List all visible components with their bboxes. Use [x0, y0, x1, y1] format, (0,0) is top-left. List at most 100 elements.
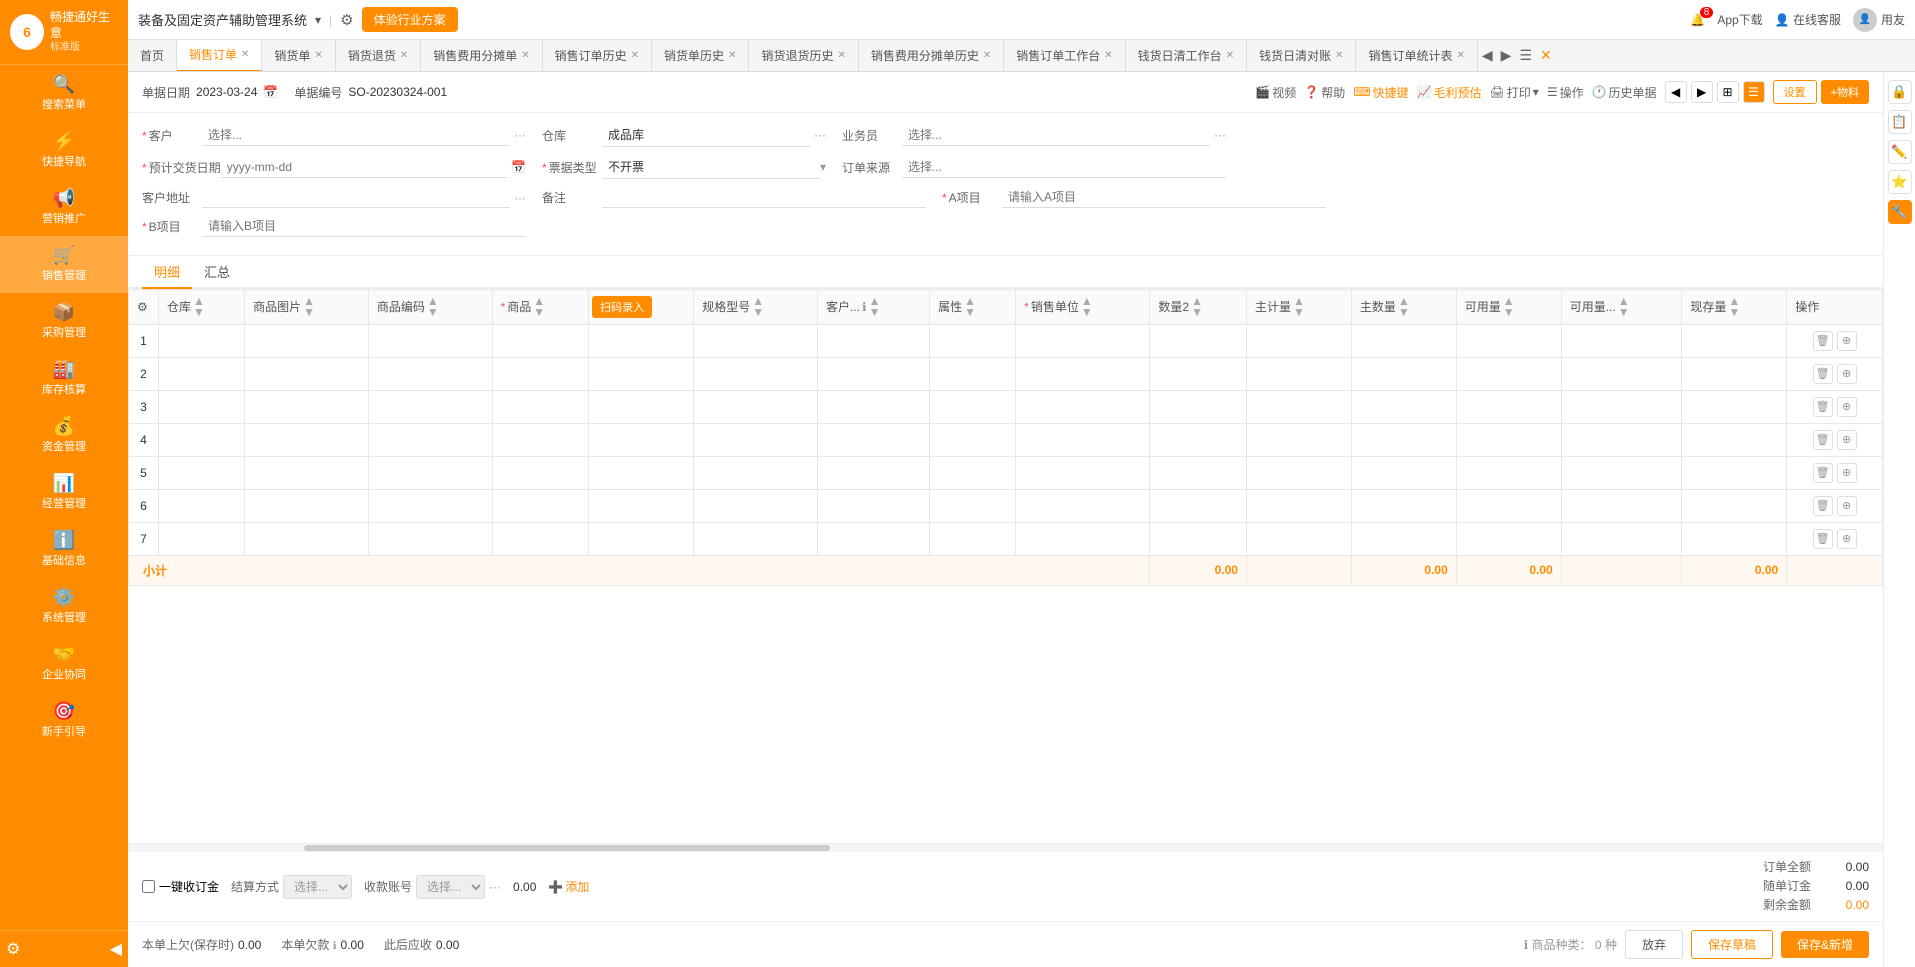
right-icon-star[interactable]: ⭐	[1888, 170, 1912, 194]
row-copy-icon[interactable]: ⊕	[1837, 463, 1857, 483]
tab-sales-return[interactable]: 销货退货 ✕	[336, 40, 421, 72]
warehouse-expand-icon[interactable]: ···	[814, 128, 826, 142]
sidebar-item-purchase[interactable]: 📦 采购管理	[0, 293, 128, 350]
salesperson-expand-icon[interactable]: ···	[1214, 128, 1226, 142]
scan-button[interactable]: 扫码录入	[592, 296, 652, 318]
tab-return-history[interactable]: 销货退货历史 ✕	[749, 40, 858, 72]
print-action[interactable]: 🖨 打印 ▾	[1490, 84, 1539, 101]
notification-badge[interactable]: 🔔 8	[1690, 13, 1705, 27]
tab-close-icon[interactable]: ✕	[728, 50, 736, 61]
row-delete-icon[interactable]: 🗑	[1813, 430, 1833, 450]
row-delete-icon[interactable]: 🗑	[1813, 496, 1833, 516]
order-source-input[interactable]	[902, 157, 1226, 178]
scrollbar-thumb[interactable]	[304, 845, 831, 851]
row-copy-icon[interactable]: ⊕	[1837, 364, 1857, 384]
tab-close-all-icon[interactable]: ✕	[1536, 47, 1556, 64]
sidebar-item-guide[interactable]: 🎯 新手引导	[0, 692, 128, 749]
a-project-input[interactable]	[1002, 187, 1326, 208]
sidebar-item-system[interactable]: ⚙️ 系统管理	[0, 578, 128, 635]
tab-daily-reconcile[interactable]: 钱货日清对账 ✕	[1247, 40, 1356, 72]
help-action[interactable]: ❓ 帮助	[1304, 84, 1345, 101]
tab-close-icon[interactable]: ✕	[1226, 50, 1234, 61]
sidebar-item-enterprise[interactable]: 🤝 企业协同	[0, 635, 128, 692]
calendar-icon[interactable]: 📅	[263, 85, 278, 99]
sidebar-item-inventory[interactable]: 🏭 库存核算	[0, 350, 128, 407]
tab-close-icon[interactable]: ✕	[314, 50, 322, 61]
grid-view-icon[interactable]: ⊞	[1717, 81, 1739, 103]
tab-daily-workbench[interactable]: 钱货日清工作台 ✕	[1126, 40, 1247, 72]
sidebar-item-finance[interactable]: 💰 资金管理	[0, 407, 128, 464]
solution-button[interactable]: 体验行业方案	[362, 7, 458, 32]
online-service-link[interactable]: 👤 在线客服	[1775, 11, 1841, 28]
profit-action[interactable]: 📈 毛利预估	[1417, 84, 1482, 101]
row-copy-icon[interactable]: ⊕	[1837, 529, 1857, 549]
row-copy-icon[interactable]: ⊕	[1837, 397, 1857, 417]
tab-sales-goods[interactable]: 销货单 ✕	[262, 40, 335, 72]
customer-expand-icon[interactable]: ···	[514, 128, 526, 142]
customer-address-input[interactable]	[202, 187, 510, 208]
account-expand-icon[interactable]: ···	[489, 880, 501, 894]
tab-close-icon[interactable]: ✕	[983, 50, 991, 61]
discard-button[interactable]: 放弃	[1625, 930, 1683, 959]
tab-sales-stats[interactable]: 销售订单统计表 ✕	[1356, 40, 1477, 72]
nav-next-icon[interactable]: ▶	[1691, 81, 1713, 103]
add-product-button[interactable]: +物料	[1821, 80, 1869, 104]
payment-method-select[interactable]: 选择...	[283, 875, 352, 899]
row-copy-icon[interactable]: ⊕	[1837, 331, 1857, 351]
salesperson-input[interactable]	[902, 125, 1210, 146]
row-copy-icon[interactable]: ⊕	[1837, 430, 1857, 450]
tab-close-icon[interactable]: ✕	[631, 50, 639, 61]
warehouse-value[interactable]: 成品库	[602, 123, 810, 147]
date-value[interactable]: 2023-03-24	[196, 85, 257, 99]
tab-sales-order-history[interactable]: 销售订单历史 ✕	[543, 40, 652, 72]
tab-goods-history[interactable]: 销货单历史 ✕	[652, 40, 749, 72]
save-draft-button[interactable]: 保存草稿	[1691, 930, 1773, 959]
add-payment-button[interactable]: ➕ 添加	[548, 878, 589, 895]
b-project-input[interactable]	[202, 216, 526, 237]
tab-close-icon[interactable]: ✕	[241, 49, 249, 60]
right-icon-edit[interactable]: ✏️	[1888, 140, 1912, 164]
row-delete-icon[interactable]: 🗑	[1813, 529, 1833, 549]
tab-summary[interactable]: 汇总	[192, 256, 242, 287]
tab-close-icon[interactable]: ✕	[837, 50, 845, 61]
right-icon-clipboard[interactable]: 📋	[1888, 110, 1912, 134]
view-action[interactable]: 🎬 视频	[1255, 84, 1296, 101]
tab-close-icon[interactable]: ✕	[1335, 50, 1343, 61]
shortcut-action[interactable]: ⌨ 快捷键	[1353, 84, 1408, 101]
sidebar-settings-icon[interactable]: ⚙	[6, 939, 20, 959]
tab-close-icon[interactable]: ✕	[521, 50, 529, 61]
sidebar-item-marketing[interactable]: 📢 营销推广	[0, 179, 128, 236]
tab-workbench[interactable]: 销售订单工作台 ✕	[1004, 40, 1125, 72]
invoice-type-value[interactable]: 不开票	[602, 155, 820, 179]
nav-prev-icon[interactable]: ◀	[1665, 81, 1687, 103]
sidebar-item-quicknav[interactable]: ⚡ 快捷导航	[0, 122, 128, 179]
number-value[interactable]: SO-20230324-001	[348, 85, 447, 99]
sidebar-item-operations[interactable]: 📊 经营管理	[0, 464, 128, 521]
horizontal-scrollbar[interactable]	[128, 843, 1883, 851]
sidebar-item-search[interactable]: 🔍 搜索菜单	[0, 65, 128, 122]
tab-sales-order[interactable]: 销售订单 ✕	[177, 40, 262, 72]
one-click-checkbox[interactable]	[142, 880, 155, 893]
user-menu[interactable]: 👤 用友	[1853, 8, 1905, 32]
row-copy-icon[interactable]: ⊕	[1837, 496, 1857, 516]
address-expand-icon[interactable]: ···	[514, 191, 526, 205]
tab-home[interactable]: 首页	[128, 40, 177, 72]
right-icon-lock[interactable]: 🔒	[1888, 80, 1912, 104]
tab-fee-history[interactable]: 销售费用分摊单历史 ✕	[859, 40, 1004, 72]
operation-action[interactable]: ☰ 操作	[1547, 84, 1584, 101]
account-select[interactable]: 选择...	[416, 875, 485, 899]
save-new-button[interactable]: 保存&新增	[1781, 931, 1869, 958]
tab-close-icon[interactable]: ✕	[1104, 50, 1112, 61]
tab-sales-fee[interactable]: 销售费用分摊单 ✕	[421, 40, 542, 72]
th-settings[interactable]: ⚙	[129, 290, 159, 325]
right-icon-tool[interactable]: 🔧	[1888, 200, 1912, 224]
tab-detail[interactable]: 明细	[142, 256, 192, 289]
settings-button[interactable]: 设置	[1773, 80, 1817, 104]
sidebar-item-base[interactable]: ℹ️ 基础信息	[0, 521, 128, 578]
tab-close-icon[interactable]: ✕	[400, 50, 408, 61]
row-delete-icon[interactable]: 🗑	[1813, 364, 1833, 384]
tab-menu-icon[interactable]: ☰	[1515, 47, 1536, 64]
topbar-settings-icon[interactable]: ⚙	[340, 11, 353, 29]
tab-next-icon[interactable]: ▶	[1497, 47, 1516, 64]
row-delete-icon[interactable]: 🗑	[1813, 463, 1833, 483]
